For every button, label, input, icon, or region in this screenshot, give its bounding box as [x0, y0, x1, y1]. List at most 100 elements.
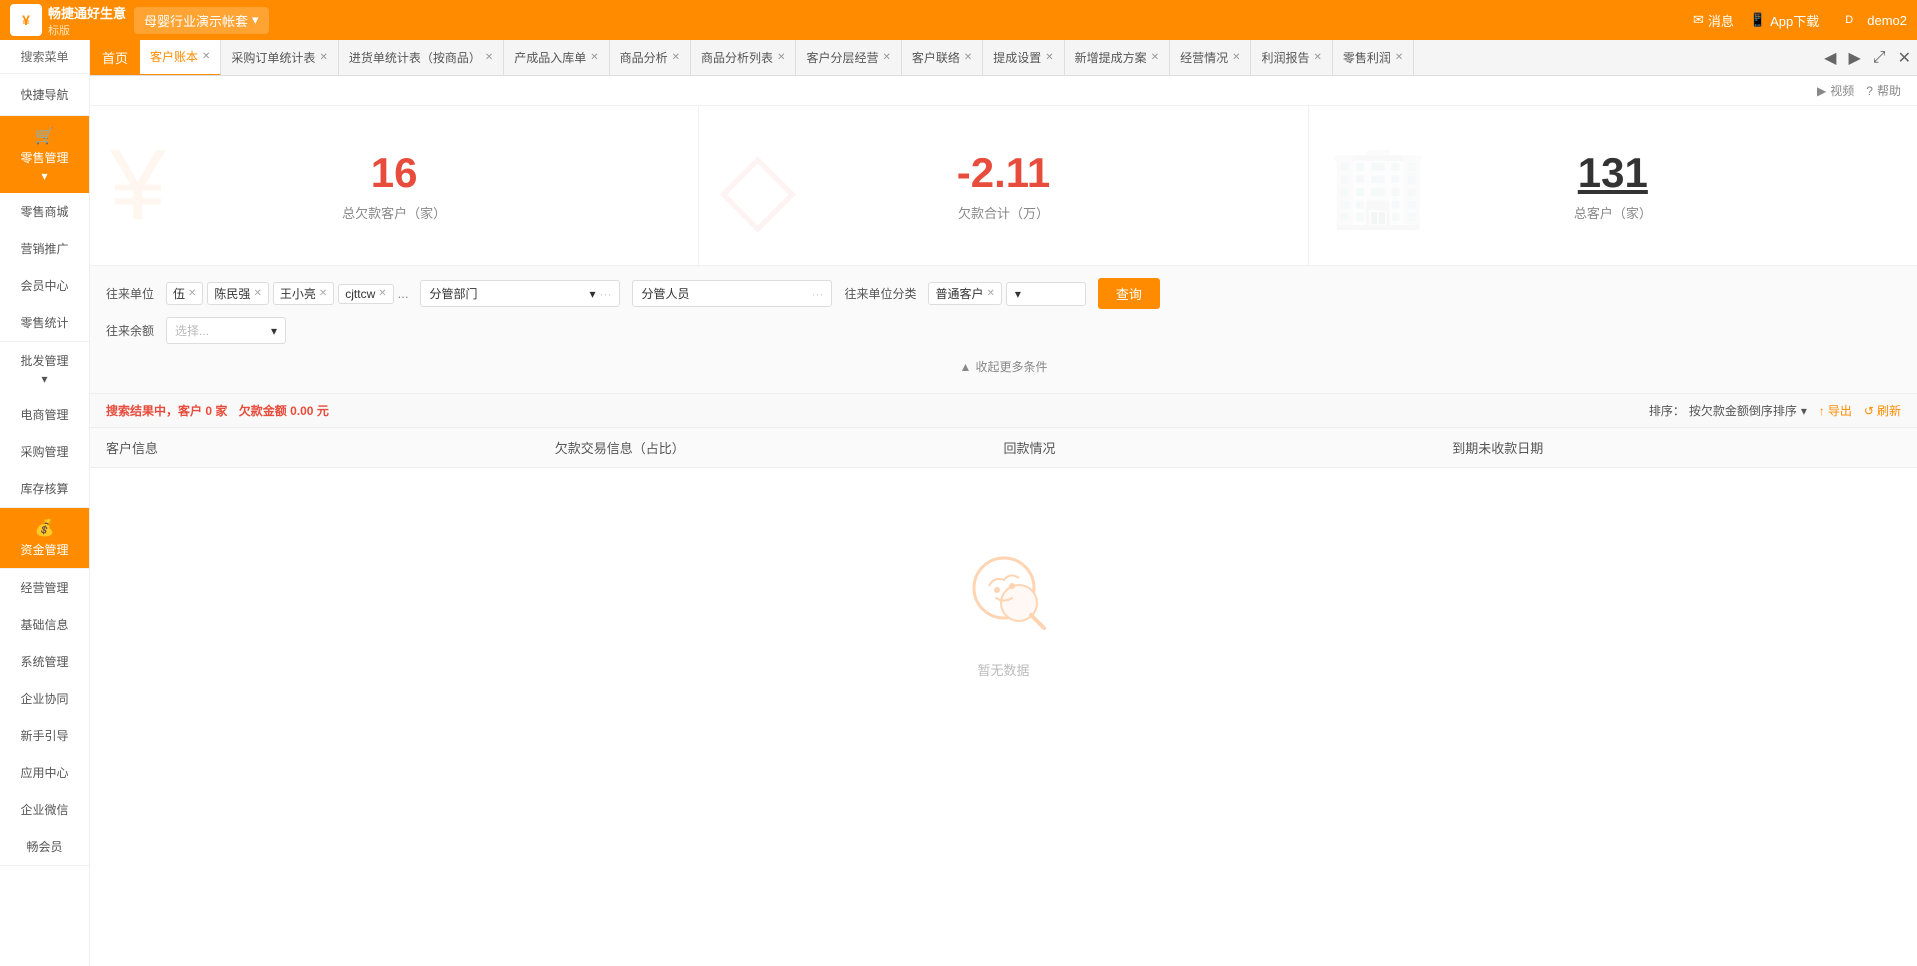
- col-header-date: 到期未收款日期: [1452, 438, 1901, 457]
- empty-icon: [954, 548, 1054, 648]
- tab-label: 客户分层经营: [806, 49, 878, 66]
- unit-class-tag-normal[interactable]: 普通客户 ✕: [928, 282, 1001, 305]
- sidebar-quick-nav[interactable]: 快捷导航: [0, 78, 89, 111]
- dept-clear-icon[interactable]: ···: [599, 287, 611, 301]
- export-label: 导出: [1828, 402, 1852, 419]
- tab-profit-report[interactable]: 利润报告 ✕: [1251, 40, 1332, 76]
- unit-tag-chen[interactable]: 陈民强 ✕: [207, 282, 268, 305]
- tab-close-icon[interactable]: ✕: [590, 52, 598, 63]
- tab-customer-ledger[interactable]: 客户账本 ✕: [140, 40, 221, 76]
- tab-purchase-order[interactable]: 采购订单统计表 ✕: [221, 40, 338, 76]
- app-download-button[interactable]: 📱 App下载: [1750, 11, 1819, 30]
- results-actions: 排序： 按欠款金额倒序排序 ▾ ↑ 导出 ↺ 刷新: [1649, 402, 1901, 419]
- tab-close-icon[interactable]: ✕: [672, 52, 680, 63]
- tab-retail-profit[interactable]: 零售利润 ✕: [1333, 40, 1414, 76]
- unit-class-select[interactable]: ▾: [1006, 282, 1086, 306]
- stats-row: ¥ 16 总欠款客户（家） ◇ -2.11 欠款合计（万） 🏢 131 总: [90, 106, 1917, 266]
- collapse-button[interactable]: ▲ 收起更多条件: [106, 352, 1901, 381]
- dept-filter-select[interactable]: 分管部门 ▾ ···: [420, 280, 620, 307]
- tab-close-icon[interactable]: ✕: [485, 52, 493, 63]
- unit-filter-more[interactable]: ...: [398, 286, 409, 301]
- unit-tag-wu[interactable]: 伍 ✕: [166, 282, 203, 305]
- sidebar-item-marketing[interactable]: 营销推广: [0, 230, 89, 267]
- message-label: 消息: [1708, 11, 1734, 30]
- arrow-icon: ▾: [41, 372, 47, 386]
- tag-close-icon[interactable]: ✕: [188, 288, 196, 299]
- unit-class-label: 往来单位分类: [844, 285, 916, 302]
- sidebar-label: 批发管理: [20, 352, 68, 369]
- unit-tag-cjttcw[interactable]: cjttcw ✕: [338, 284, 393, 304]
- collapse-arrow-icon: ▲: [960, 360, 972, 374]
- sidebar-item-member[interactable]: 会员中心: [0, 267, 89, 304]
- sidebar-label: 库存核算: [20, 480, 68, 497]
- sidebar-item-wecom[interactable]: 企业微信: [0, 791, 89, 828]
- results-count: 0: [205, 404, 212, 418]
- tab-operations[interactable]: 经营情况 ✕: [1170, 40, 1251, 76]
- sidebar-item-purchase[interactable]: 采购管理: [0, 433, 89, 470]
- tab-product-inbound[interactable]: 产成品入库单 ✕: [504, 40, 609, 76]
- sidebar-item-system[interactable]: 系统管理: [0, 643, 89, 680]
- sidebar-label: 企业微信: [20, 801, 68, 818]
- dept-label: 分管部门: [429, 285, 477, 302]
- sidebar-item-retail-mall[interactable]: 零售商城: [0, 193, 89, 230]
- sidebar-item-guide[interactable]: 新手引导: [0, 717, 89, 754]
- export-button[interactable]: ↑ 导出: [1819, 402, 1852, 419]
- sidebar-item-collab[interactable]: 企业协同: [0, 680, 89, 717]
- sidebar-item-wholesale[interactable]: 批发管理 ▾: [0, 342, 89, 396]
- message-button[interactable]: ✉ 消息: [1693, 11, 1734, 30]
- tab-home[interactable]: 首页: [90, 40, 140, 76]
- refresh-button[interactable]: ↺ 刷新: [1864, 402, 1901, 419]
- tag-close-icon[interactable]: ✕: [378, 288, 386, 299]
- tab-product-analysis[interactable]: 商品分析 ✕: [610, 40, 691, 76]
- sidebar-item-operations[interactable]: 经营管理: [0, 569, 89, 606]
- query-button[interactable]: 查询: [1098, 278, 1160, 309]
- tag-close-icon[interactable]: ✕: [987, 288, 995, 299]
- tab-close-icon[interactable]: ✕: [964, 52, 972, 63]
- tab-scroll-left[interactable]: ◀: [1818, 40, 1842, 76]
- tab-commission-setting[interactable]: 提成设置 ✕: [983, 40, 1064, 76]
- tab-new-commission[interactable]: 新增提成方案 ✕: [1065, 40, 1170, 76]
- tab-close-icon[interactable]: ✕: [1232, 52, 1240, 63]
- tab-close-icon[interactable]: ✕: [882, 52, 890, 63]
- sidebar-item-retail-stats[interactable]: 零售统计: [0, 304, 89, 341]
- sidebar-item-basic-info[interactable]: 基础信息: [0, 606, 89, 643]
- tab-customer-contact[interactable]: 客户联络 ✕: [902, 40, 983, 76]
- tab-maximize[interactable]: ⤢: [1867, 40, 1892, 76]
- user-profile[interactable]: D demo2: [1835, 6, 1907, 34]
- tag-close-icon[interactable]: ✕: [319, 288, 327, 299]
- balance-select[interactable]: 选择... ▾: [166, 317, 286, 344]
- sidebar-item-finance[interactable]: 💰 资金管理: [0, 508, 89, 568]
- tab-close-all[interactable]: ✕: [1892, 40, 1917, 76]
- video-icon: ▶: [1817, 84, 1826, 98]
- sidebar-item-ecommerce[interactable]: 电商管理: [0, 396, 89, 433]
- tab-close-icon[interactable]: ✕: [1045, 52, 1053, 63]
- tag-close-icon[interactable]: ✕: [253, 288, 261, 299]
- sidebar-item-member2[interactable]: 畅会员: [0, 828, 89, 865]
- tab-close-icon[interactable]: ✕: [1151, 52, 1159, 63]
- sidebar-item-apps[interactable]: 应用中心: [0, 754, 89, 791]
- tab-close-icon[interactable]: ✕: [202, 51, 210, 62]
- sidebar-search[interactable]: 搜索菜单: [0, 40, 89, 74]
- tab-product-analysis-list[interactable]: 商品分析列表 ✕: [691, 40, 796, 76]
- tab-customer-layer[interactable]: 客户分层经营 ✕: [796, 40, 901, 76]
- video-help-button[interactable]: ▶ 视频: [1817, 82, 1854, 99]
- tab-close-icon[interactable]: ✕: [319, 52, 327, 63]
- stat-value-debt-amount: -2.11: [957, 149, 1050, 197]
- person-more-icon[interactable]: ···: [811, 287, 823, 301]
- tab-close-icon[interactable]: ✕: [777, 52, 785, 63]
- results-text: 搜索结果中，客户: [106, 404, 202, 418]
- tab-inbound-stats[interactable]: 进货单统计表（按商品） ✕: [339, 40, 504, 76]
- tab-scroll-right[interactable]: ▶: [1842, 40, 1866, 76]
- enterprise-selector[interactable]: 母婴行业演示帐套 ▾: [134, 7, 269, 34]
- person-filter-select[interactable]: 分管人员 ···: [632, 280, 832, 307]
- tab-label: 新增提成方案: [1075, 49, 1147, 66]
- unit-tag-wang[interactable]: 王小亮 ✕: [273, 282, 334, 305]
- sidebar-item-retail-mgmt[interactable]: 🛒 零售管理 ▾: [0, 116, 89, 193]
- sort-select[interactable]: 排序： 按欠款金额倒序排序 ▾: [1649, 402, 1807, 419]
- sidebar-item-inventory[interactable]: 库存核算: [0, 470, 89, 507]
- stat-value-total-customers: 131: [1578, 149, 1648, 197]
- help-button[interactable]: ? 帮助: [1866, 82, 1901, 99]
- enterprise-name: 母婴行业演示帐套: [144, 11, 248, 30]
- tab-close-icon[interactable]: ✕: [1314, 52, 1322, 63]
- tab-close-icon[interactable]: ✕: [1395, 52, 1403, 63]
